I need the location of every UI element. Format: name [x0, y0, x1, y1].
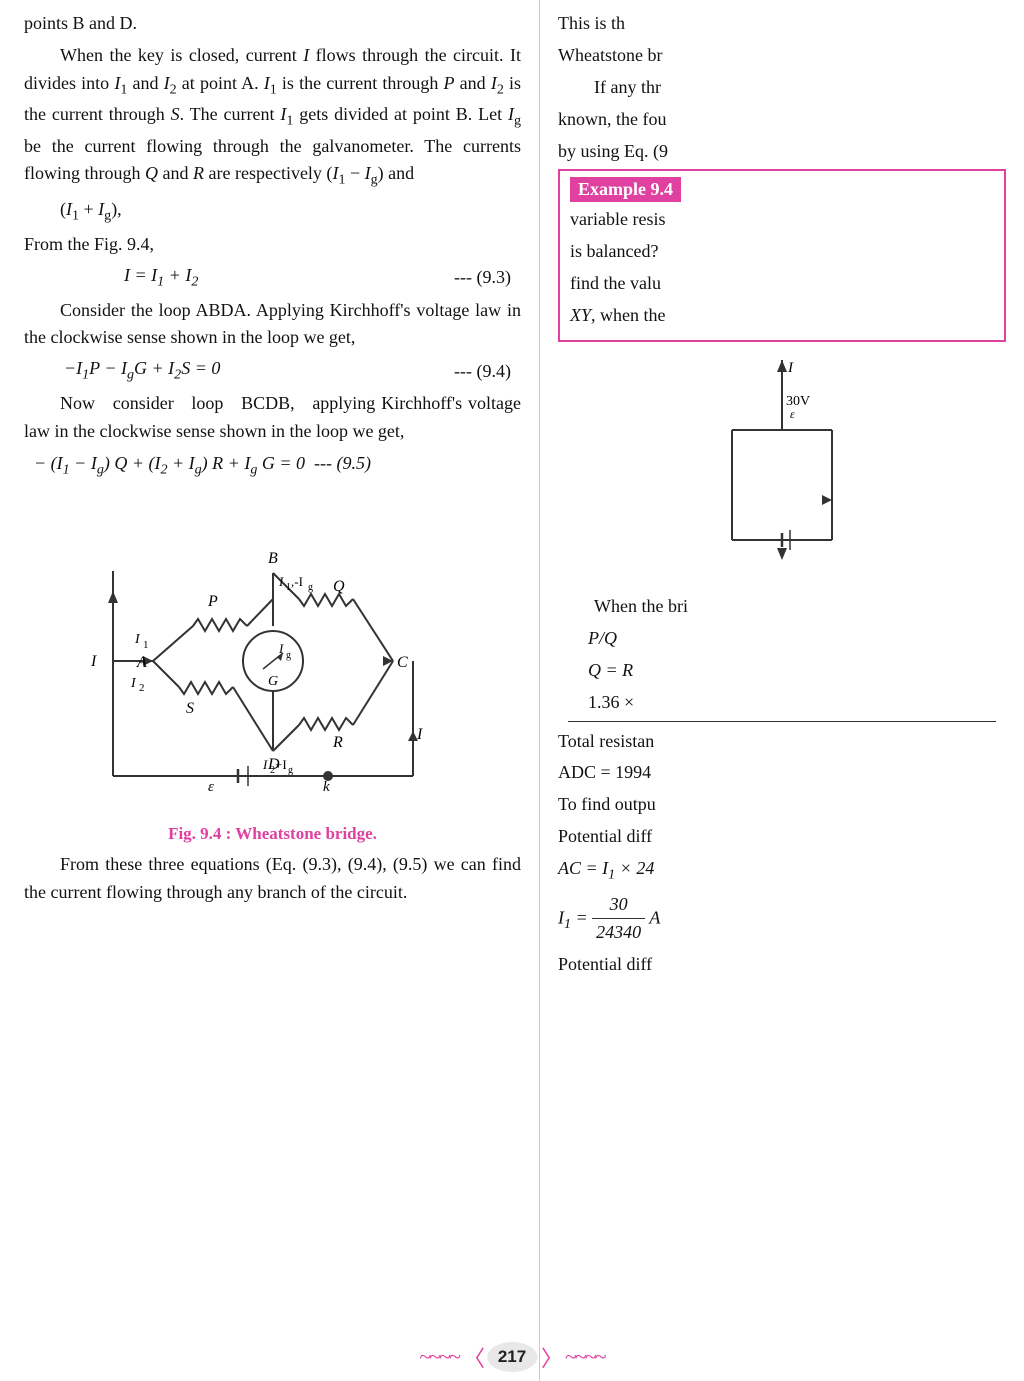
para-three-equations: From these three equations (Eq. (9.3), (…	[24, 851, 521, 907]
para-right-top2: Wheatstone br	[558, 42, 1006, 70]
para-key-closed: When the key is closed, current I flows …	[24, 42, 521, 192]
right-adc: ADC = 1994	[558, 759, 1006, 787]
example-text1: variable resis	[570, 206, 994, 234]
svg-text:B: B	[268, 550, 278, 567]
wheatstone-bridge-figure: P Q S R	[53, 491, 493, 811]
eq1-lhs: I = I1 + I2	[124, 265, 198, 291]
left-column: points B and D. When the key is closed, …	[0, 0, 540, 1381]
wave-decoration-right: 〉	[541, 1341, 561, 1373]
para-when-bri: When the bri	[558, 593, 1006, 621]
right-column: This is th Wheatstone br If any thr know…	[540, 0, 1024, 1381]
svg-text:,-I: ,-I	[291, 574, 303, 589]
equation-94: −I1P − IgG + I2S = 0 --- (9.4)	[24, 358, 521, 384]
svg-text:C: C	[397, 654, 408, 671]
svg-text:S: S	[186, 700, 194, 717]
svg-text:g: g	[288, 765, 293, 776]
right-ac-eq: AC = I1 × 24	[558, 855, 1006, 886]
svg-text:I: I	[90, 653, 97, 670]
page-container: points B and D. When the key is closed, …	[0, 0, 1024, 1381]
para-right-top5: by using Eq. (9	[558, 138, 1006, 166]
divider-line	[568, 721, 996, 722]
svg-text:I: I	[134, 632, 141, 647]
svg-text:I: I	[416, 726, 423, 743]
svg-text:I: I	[278, 574, 284, 589]
svg-text:ε: ε	[208, 779, 214, 795]
svg-text:R: R	[332, 734, 343, 751]
equation-93: I = I1 + I2 --- (9.3)	[24, 265, 521, 291]
svg-text:g: g	[286, 650, 291, 661]
svg-text:G: G	[268, 674, 278, 689]
svg-text:I: I	[278, 641, 284, 656]
fig-label: Fig. 9.4 : Wheatstone bridge.	[24, 821, 521, 847]
wave-decoration-right2: ~~~~	[565, 1344, 605, 1370]
eq2-num: --- (9.4)	[454, 361, 511, 382]
eq2-lhs: −I1P − IgG + I2S = 0	[64, 358, 220, 384]
para-right-top4: known, the fou	[558, 106, 1006, 134]
svg-text:I: I	[130, 676, 137, 691]
svg-text:Q: Q	[333, 578, 345, 595]
example-text3: find the valu	[570, 270, 994, 298]
wave-decoration-left2: 〈	[463, 1341, 483, 1373]
eq1-num: --- (9.3)	[454, 267, 511, 288]
svg-text:1: 1	[143, 639, 149, 651]
right-total-res: Total resistan	[558, 728, 1006, 756]
circuit-svg: P Q S R	[53, 491, 493, 801]
svg-text:2: 2	[139, 682, 145, 694]
right-num: 1.36 ×	[588, 689, 1006, 717]
right-pot-diff1: Potential diff	[558, 823, 1006, 851]
right-q: Q = R	[588, 657, 1006, 685]
svg-text:ε: ε	[790, 407, 795, 421]
para-loop-abda: Consider the loop ABDA. Applying Kirchho…	[24, 297, 521, 353]
equation-95: − (I1 − Ig) Q + (I2 + Ig) R + Ig G = 0 -…	[34, 450, 521, 481]
wave-decoration-left: ~~~~	[419, 1344, 459, 1370]
svg-text:+I: +I	[275, 757, 287, 772]
para-from-fig: From the Fig. 9.4,	[24, 231, 521, 259]
para-points: points B and D.	[24, 10, 521, 38]
right-circuit-svg: I 30V ε	[702, 350, 862, 580]
para-loop-bcdb: Now consider loop BCDB, applying Kirchho…	[24, 390, 521, 446]
page-number-bar: ~~~~ 〈 217 〉 ~~~~	[419, 1341, 604, 1373]
svg-text:I: I	[262, 757, 268, 772]
svg-text:I: I	[787, 360, 794, 376]
para-ig-plus: (I1 + Ig),	[60, 196, 521, 227]
svg-text:g: g	[308, 582, 313, 593]
para-right-top3: If any thr	[558, 74, 1006, 102]
right-i1-frac: I1 = 30 24340 A	[558, 891, 1006, 948]
example-text2: is balanced?	[570, 238, 994, 266]
example-text4: XY, when the	[570, 302, 994, 330]
svg-text:A: A	[136, 654, 147, 671]
right-pq: P/Q	[588, 625, 1006, 653]
right-find-out: To find outpu	[558, 791, 1006, 819]
svg-text:k: k	[323, 779, 330, 795]
right-circuit-diagram: I 30V ε	[702, 350, 862, 585]
example-title: Example 9.4	[570, 177, 681, 202]
example-box: Example 9.4 variable resis is balanced? …	[558, 169, 1006, 342]
page-number: 217	[487, 1342, 537, 1372]
para-right-top1: This is th	[558, 10, 1006, 38]
right-pot-diff2: Potential diff	[558, 951, 1006, 979]
svg-text:P: P	[207, 593, 218, 610]
